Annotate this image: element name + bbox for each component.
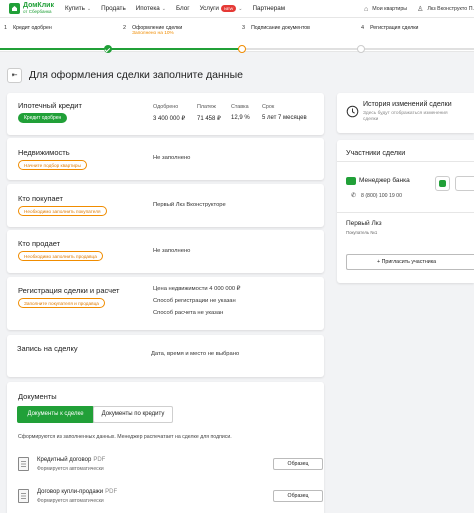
new-badge: NEW: [220, 5, 237, 12]
divider: [337, 212, 474, 213]
nav-sell[interactable]: Продать: [101, 5, 126, 12]
history-title: История изменений сделки: [363, 101, 452, 108]
sber-logo-icon: [346, 177, 356, 185]
sample-button[interactable]: Образец: [273, 490, 323, 502]
document-icon: [18, 457, 29, 471]
appointment-card[interactable]: Запись на сделку Дата, время и место не …: [7, 335, 324, 377]
history-icon: [346, 105, 359, 118]
deal-progress-steps: 1 Кредит одобрен 2 Оформление сделки Запо…: [0, 18, 474, 53]
seller-value: Не заполнено: [153, 248, 191, 254]
main-nav: Купить ⌄ Продать Ипотека ⌄ Блог Услуги NEW ⌄…: [65, 5, 295, 12]
chat-button[interactable]: [435, 176, 450, 191]
documents-card: Документы Документы к сделке Документы п…: [7, 382, 324, 513]
chevron-down-icon: ⌄: [238, 5, 243, 12]
seller-badge[interactable]: Необходимо заполнить продавца: [18, 251, 103, 261]
list-item: Договор купли-продажи PDF Формируется авт…: [15, 487, 324, 513]
nav-buy[interactable]: Купить ⌄: [65, 5, 91, 12]
doc-name: Договор купли-продажи: [37, 489, 104, 495]
list-item: Кредитный договор PDF Формируется автомат…: [15, 455, 324, 481]
buyer-card[interactable]: Кто покупает Необходимо заполнить покупа…: [7, 184, 324, 227]
house-logo-icon: [9, 3, 20, 14]
my-apartments-link[interactable]: ⌂ Мои квартиры: [364, 6, 407, 13]
doc-format: PDF: [105, 489, 118, 495]
property-value: Не заполнено: [153, 155, 191, 161]
sample-button[interactable]: Образец: [273, 458, 323, 470]
doc-name: Кредитный договор: [37, 457, 92, 463]
top-bar: ДомКлик от Сбербанка Купить ⌄ Продать Ипо…: [0, 0, 474, 18]
chevron-down-icon: ⌄: [86, 5, 92, 12]
home-icon: ⌂: [364, 5, 369, 13]
price-line: Цена недвижимости 4 000 000 ₽: [153, 286, 241, 292]
step-progress-text: Заполнено на 10%: [132, 31, 174, 36]
tab-credit-documents[interactable]: Документы по кредиту: [93, 406, 173, 423]
back-button[interactable]: ⇤: [7, 68, 22, 83]
registration-title: Регистрация сделки и расчет: [18, 286, 120, 295]
buyer-badge[interactable]: Необходимо заполнить покупателя: [18, 206, 107, 216]
documents-note: Сформируются из заполненных данных. Мене…: [18, 434, 232, 440]
user-menu[interactable]: ♙ Лкз Вконструкто П.: [417, 5, 474, 13]
doc-format: PDF: [93, 457, 106, 463]
property-title: Недвижимость: [18, 148, 70, 157]
manager-label: Менеджер банка: [359, 177, 410, 184]
mortgage-title: Ипотечный кредит: [18, 101, 82, 110]
step-deal-registration-final: 4 Регистрация сделки: [361, 25, 419, 31]
doc-sub: Формируется автоматически: [37, 466, 104, 472]
stat-approved: Одобрено 3 400 000 ₽: [153, 104, 186, 122]
document-icon: [18, 489, 29, 503]
more-actions-button[interactable]: [455, 176, 474, 191]
payment-method-line: Способ расчета не указан: [153, 310, 224, 316]
user-icon: ♙: [417, 6, 424, 13]
registration-badge[interactable]: Заполните покупателя и продавца: [18, 298, 105, 308]
logo-subtitle: от Сбербанка: [23, 8, 52, 14]
divider: [337, 161, 474, 162]
stat-term: Срок 5 лет 7 месяцев: [262, 104, 307, 121]
registration-method-line: Способ регистрации не указан: [153, 298, 236, 304]
property-badge[interactable]: Начните подбор квартиры: [18, 160, 87, 170]
seller-title: Кто продает: [18, 239, 61, 248]
page-title: Для оформления сделки заполните данные: [29, 69, 243, 81]
step-deal-registration: 2 Оформление сделки Заполнено на 10%: [123, 25, 183, 36]
nav-services[interactable]: Услуги NEW ⌄: [200, 5, 243, 12]
buyer-title: Кто покупает: [18, 194, 63, 203]
history-subtitle-line2: сделки: [363, 117, 379, 122]
nav-mortgage[interactable]: Ипотека ⌄: [136, 5, 166, 12]
nav-blog[interactable]: Блог: [176, 5, 190, 12]
documents-title: Документы: [18, 392, 57, 401]
buyer-value: Первый Лкз Вконструкторе: [153, 202, 226, 208]
participants-title: Участники сделки: [346, 148, 406, 157]
invite-participant-button[interactable]: + Пригласить участника: [346, 254, 474, 270]
seller-card[interactable]: Кто продает Необходимо заполнить продавц…: [7, 230, 324, 273]
appointment-title: Запись на сделку: [17, 344, 78, 353]
stat-payment: Платеж 71 458 ₽: [197, 104, 221, 122]
logo-title: ДомКлик: [23, 1, 54, 9]
domclick-logo[interactable]: ДомКлик от Сбербанка: [9, 1, 65, 15]
participants-card: Участники сделки Менеджер банка ✆ 8 (800…: [337, 140, 474, 283]
step-todo-marker: [357, 45, 365, 53]
phone-icon: ✆: [351, 193, 357, 199]
history-card[interactable]: История изменений сделки Здесь будут ото…: [337, 93, 474, 133]
registration-card[interactable]: Регистрация сделки и расчет Заполните по…: [7, 277, 324, 330]
progress-fill: [0, 48, 242, 50]
step-current-marker: [238, 45, 246, 53]
doc-sub: Формируется автоматически: [37, 498, 104, 504]
participant-name: Первый Лкз: [346, 220, 382, 227]
arrow-left-icon: ⇤: [11, 72, 18, 79]
manager-phone[interactable]: 8 (800) 100 19 00: [361, 193, 402, 199]
property-card[interactable]: Недвижимость Начните подбор квартиры Не …: [7, 138, 324, 180]
step-credit-approved: 1 Кредит одобрен: [4, 25, 52, 31]
step-sign-documents: 3 Подписание документов: [242, 25, 310, 31]
mortgage-card[interactable]: Ипотечный кредит Кредит одобрен Одобрено…: [7, 93, 324, 135]
stat-rate: Ставка 12,9 %: [231, 104, 250, 121]
tab-deal-documents[interactable]: Документы к сделке: [17, 406, 94, 423]
participant-role: Покупатель №1: [346, 230, 378, 235]
step-done-icon: [104, 45, 112, 53]
chat-icon: [439, 180, 446, 187]
nav-partners[interactable]: Партнерам: [252, 5, 285, 12]
status-badge: Кредит одобрен: [18, 113, 68, 123]
appointment-value: Дата, время и место не выбрано: [151, 351, 240, 357]
chevron-down-icon: ⌄: [161, 5, 166, 12]
